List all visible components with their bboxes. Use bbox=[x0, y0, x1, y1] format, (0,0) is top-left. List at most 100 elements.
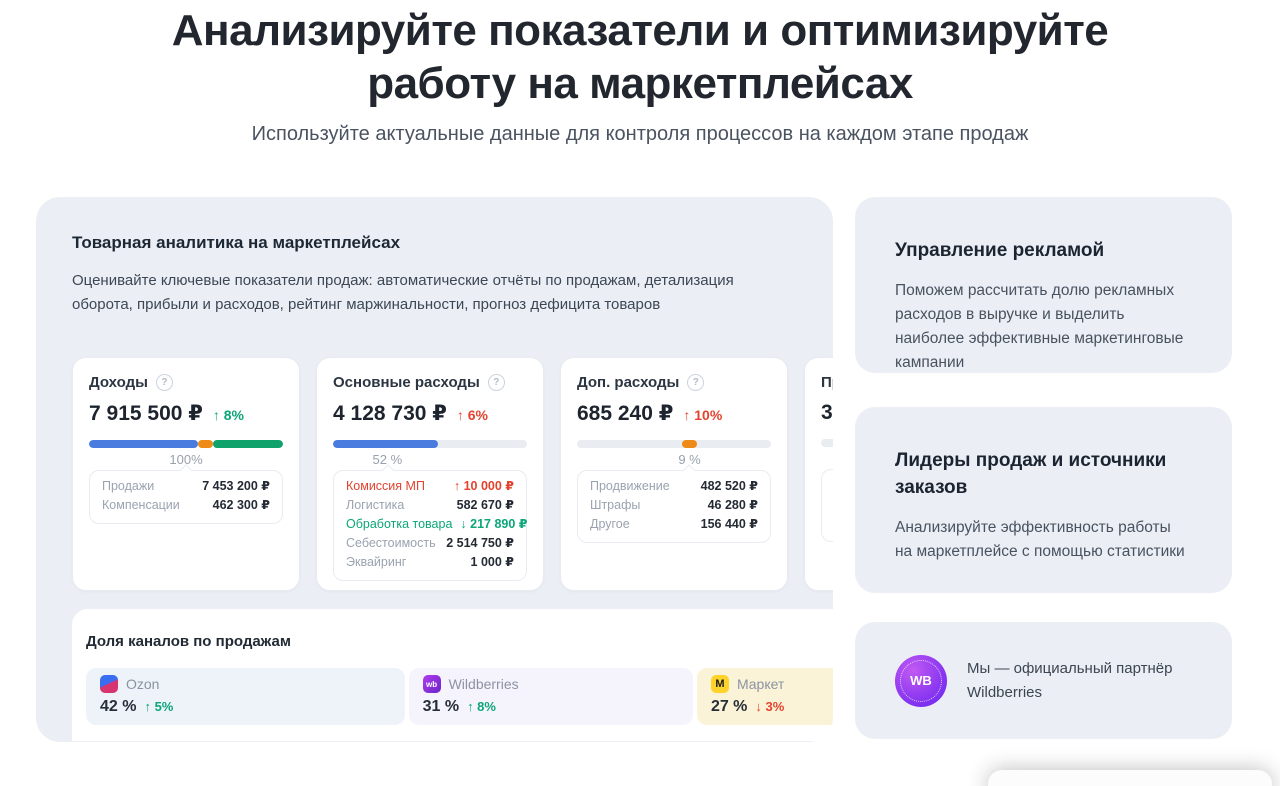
row-value: 7 453 200 ₽ bbox=[202, 479, 270, 493]
breakdown-row: Штрафы 46 280 ₽ bbox=[590, 497, 758, 516]
row-value: 2 514 750 ₽ bbox=[446, 536, 514, 550]
metric-bar-label-row bbox=[821, 447, 833, 467]
channel-header: wb Wildberries bbox=[422, 675, 679, 693]
channel-ozon: Ozon 42 % ↑ 5% bbox=[86, 668, 405, 725]
help-icon[interactable]: ? bbox=[487, 374, 505, 391]
breakdown-row: Продвижение 482 520 ₽ bbox=[590, 478, 758, 497]
channel-stats: 42 % ↑ 5% bbox=[100, 698, 391, 716]
metric-value: 4 128 730 ₽ bbox=[333, 402, 447, 425]
metric-bar-label-row: 52 % bbox=[333, 448, 527, 468]
metric-value-row: 3 bbox=[821, 401, 833, 425]
metric-breakdown: Продажи 7 453 200 ₽ Компенсации 462 300 … bbox=[89, 464, 283, 524]
market-logo: M bbox=[710, 675, 729, 693]
sales-leaders-card: Лидеры продаж и источники заказов Анализ… bbox=[855, 407, 1232, 593]
row-value: 156 440 ₽ bbox=[700, 517, 758, 531]
channel-delta: ↑ 8% bbox=[467, 699, 496, 714]
channel-share: 42 % bbox=[100, 698, 137, 715]
metric-value-row: 7 915 500 ₽ ↑ 8% bbox=[89, 401, 283, 426]
side-card-text: Анализируйте эффективность работы на мар… bbox=[895, 519, 1185, 560]
row-label: Компенсации bbox=[102, 498, 180, 512]
row-value: ↑ 10 000 ₽ bbox=[453, 479, 514, 493]
metric-header: Доходы ? bbox=[89, 374, 283, 391]
help-icon[interactable]: ? bbox=[155, 374, 173, 391]
page-title-line1: Анализируйте показатели и оптимизируйте bbox=[171, 6, 1109, 55]
metric-value-row: 685 240 ₽ ↑ 10% bbox=[577, 401, 771, 426]
metric-progress-bar bbox=[89, 440, 283, 448]
breakdown-row: Продажи 7 453 200 ₽ bbox=[102, 478, 270, 497]
channel-stats: 31 % ↑ 8% bbox=[423, 698, 679, 716]
row-value: ↓ 217 890 ₽ bbox=[460, 517, 528, 531]
metric-card-revenue: Доходы ? 7 915 500 ₽ ↑ 8% 100% Продажи 7… bbox=[72, 357, 300, 591]
metric-card-extra-expenses: Доп. расходы ? 685 240 ₽ ↑ 10% 9 % Продв… bbox=[560, 357, 788, 591]
landing-page: Анализируйте показатели и оптимизируйте … bbox=[0, 0, 1280, 786]
metric-card-main-expenses: Основные расходы ? 4 128 730 ₽ ↑ 6% 52 %… bbox=[316, 357, 544, 591]
help-icon[interactable]: ? bbox=[687, 374, 705, 391]
channel-name: Маркет bbox=[736, 676, 785, 692]
wb-partner-card: WB Мы — официальный партнёр Wildberries bbox=[855, 622, 1232, 739]
metric-title: Доп. расходы bbox=[577, 374, 680, 391]
metric-value: 3 bbox=[821, 401, 833, 424]
page-title-line2: работу на маркетплейсах bbox=[367, 59, 913, 108]
metric-delta: ↑ 10% bbox=[683, 407, 723, 423]
metric-breakdown: В б п bbox=[821, 469, 833, 542]
metric-value: 685 240 ₽ bbox=[577, 402, 674, 425]
metric-header: Пр bbox=[821, 374, 833, 391]
metric-progress-bar bbox=[333, 440, 527, 448]
sales-channels-panel: Доля каналов по продажам Ozon 42 % ↑ 5% … bbox=[72, 609, 833, 741]
metric-breakdown: Комиссия МП ↑ 10 000 ₽ Логистика 582 670… bbox=[333, 464, 528, 581]
metric-title: Доходы bbox=[89, 374, 148, 391]
ads-management-card: Управление рекламой Поможем рассчитать д… bbox=[855, 197, 1232, 373]
metrics-row: Доходы ? 7 915 500 ₽ ↑ 8% 100% Продажи 7… bbox=[72, 357, 833, 591]
row-label: Логистика bbox=[346, 498, 405, 512]
metric-progress-bar bbox=[821, 439, 833, 447]
page-title: Анализируйте показатели и оптимизируйте … bbox=[0, 4, 1280, 110]
side-card-text: Поможем рассчитать долю рекламных расход… bbox=[895, 282, 1184, 371]
row-label: Штрафы bbox=[590, 498, 641, 512]
breakdown-row: Логистика 582 670 ₽ bbox=[346, 497, 514, 516]
metric-card-clipped: Пр 3 В б п bbox=[804, 357, 833, 591]
channel-name: Wildberries bbox=[448, 676, 519, 692]
channels-row: Ozon 42 % ↑ 5% wb Wildberries 31 % ↑ 8% bbox=[86, 668, 833, 725]
breakdown-row: Себестоимость 2 514 750 ₽ bbox=[346, 535, 514, 554]
row-label: Комиссия МП bbox=[346, 479, 425, 493]
wildberries-logo: wb bbox=[422, 675, 441, 693]
row-label: Продажи bbox=[102, 479, 155, 493]
metric-progress-bar bbox=[577, 440, 771, 448]
channel-market: M Маркет 27 % ↓ 3% bbox=[696, 668, 833, 725]
channel-share: 31 % bbox=[422, 698, 460, 715]
row-label: Обработка товара bbox=[346, 517, 453, 531]
row-label: Себестоимость bbox=[346, 536, 436, 550]
page-subtitle: Используйте актуальные данные для контро… bbox=[251, 123, 1029, 145]
breakdown-row: Компенсации 462 300 ₽ bbox=[102, 497, 270, 516]
channel-stats: 27 % ↓ 3% bbox=[711, 698, 833, 716]
metric-header: Доп. расходы ? bbox=[577, 374, 771, 391]
breakdown-row: Обработка товара ↓ 217 890 ₽ bbox=[346, 516, 528, 535]
channel-name: Ozon bbox=[126, 676, 160, 692]
row-label: Продвижение bbox=[590, 479, 670, 493]
metric-title: Пр bbox=[821, 374, 833, 391]
metric-header: Основные расходы ? bbox=[333, 374, 527, 391]
wb-partner-badge: WB bbox=[895, 654, 947, 707]
metric-delta: ↑ 6% bbox=[456, 407, 488, 423]
breakdown-row: Эквайринг 1 000 ₽ bbox=[346, 554, 514, 573]
channel-header: M Маркет bbox=[710, 675, 833, 693]
metric-value: 7 915 500 ₽ bbox=[89, 402, 203, 425]
bottom-widget[interactable] bbox=[988, 770, 1272, 786]
partner-text: Мы — официальный партнёр Wildberries bbox=[967, 659, 1173, 701]
metric-breakdown: Продвижение 482 520 ₽ Штрафы 46 280 ₽ Др… bbox=[577, 464, 771, 543]
row-label: Эквайринг bbox=[346, 555, 407, 569]
side-card-title: Управление рекламой bbox=[895, 240, 1105, 261]
row-value: 582 670 ₽ bbox=[456, 498, 514, 512]
channel-delta: ↓ 3% bbox=[755, 699, 785, 714]
channel-delta: ↑ 5% bbox=[144, 699, 174, 714]
row-value: 482 520 ₽ bbox=[700, 479, 758, 493]
breakdown-row: Другое 156 440 ₽ bbox=[590, 516, 758, 535]
row-value: 1 000 ₽ bbox=[470, 555, 514, 569]
breakdown-row: Комиссия МП ↑ 10 000 ₽ bbox=[346, 478, 514, 497]
channels-title: Доля каналов по продажам bbox=[86, 633, 291, 650]
channel-header: Ozon bbox=[100, 675, 391, 693]
product-analytics-card: Товарная аналитика на маркетплейсах Оцен… bbox=[36, 197, 833, 742]
row-label: Другое bbox=[590, 517, 630, 531]
ozon-logo bbox=[100, 675, 118, 693]
analytics-card-description: Оценивайте ключевые показатели продаж: а… bbox=[72, 272, 734, 313]
